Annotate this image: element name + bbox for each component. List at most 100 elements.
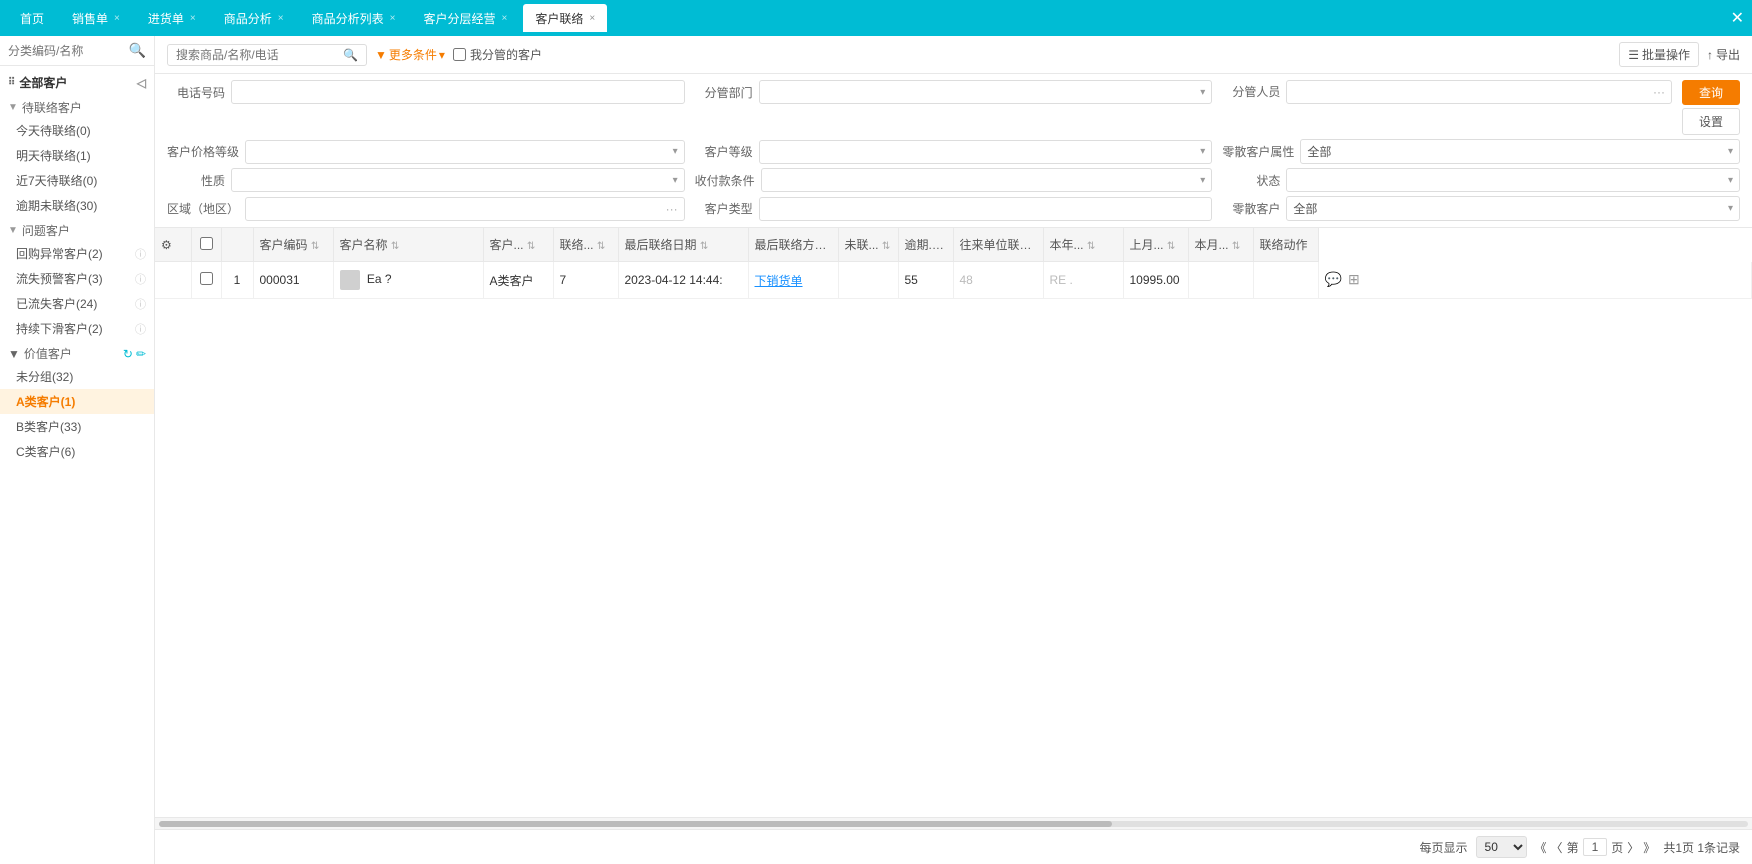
payment-dropdown[interactable]: ▾ bbox=[761, 168, 1213, 192]
search-button[interactable]: 查询 bbox=[1682, 80, 1740, 105]
retail-customer-dropdown[interactable]: 全部 ▾ bbox=[1286, 196, 1740, 221]
first-page-btn[interactable]: 《 bbox=[1535, 839, 1547, 856]
region-dots-icon[interactable]: ··· bbox=[666, 202, 678, 216]
my-customers-checkbox[interactable] bbox=[453, 48, 466, 61]
status-dropdown[interactable]: ▾ bbox=[1286, 168, 1740, 192]
sidebar-item-churned[interactable]: 已流失客户(24) ⓘ bbox=[0, 291, 154, 316]
person-input[interactable]: ··· bbox=[1286, 80, 1672, 104]
scrollbar-thumb[interactable] bbox=[159, 821, 1112, 827]
phone-input[interactable] bbox=[231, 80, 685, 104]
export-button[interactable]: ↑ 导出 bbox=[1707, 42, 1740, 67]
page-size-select[interactable]: 50 100 200 bbox=[1476, 836, 1527, 858]
th-this-month[interactable]: 本月... ⇅ bbox=[1188, 228, 1253, 262]
page-total: 共1页 1条记录 bbox=[1663, 839, 1740, 856]
sidebar-item-ungrouped[interactable]: 未分组(32) bbox=[0, 364, 154, 389]
th-name[interactable]: 客户名称 ⇅ bbox=[333, 228, 483, 262]
th-no-contact[interactable]: 未联... ⇅ bbox=[838, 228, 898, 262]
retail-attr-dropdown[interactable]: 全部 ▾ bbox=[1300, 139, 1740, 164]
price-level-arrow: ▾ bbox=[673, 146, 678, 157]
all-customers-header[interactable]: ⠿ 全部客户 ◁ bbox=[0, 66, 154, 95]
horizontal-scrollbar[interactable] bbox=[155, 817, 1752, 829]
phone-label: 电话号码 bbox=[167, 84, 225, 101]
th-unit-contact[interactable]: 往来单位联系人 ⇅ bbox=[953, 228, 1043, 262]
sidebar-search-icon[interactable]: 🔍 bbox=[129, 42, 146, 59]
more-conditions-btn[interactable]: ▼ 更多条件 ▾ bbox=[375, 46, 445, 63]
sidebar-item-c-class[interactable]: C类客户(6) bbox=[0, 439, 154, 464]
batch-op-button[interactable]: ☰ 批量操作 bbox=[1619, 42, 1699, 67]
th-contact[interactable]: 联络... ⇅ bbox=[553, 228, 618, 262]
grid-icon[interactable]: ⊞ bbox=[1348, 271, 1360, 288]
sidebar-collapse-btn[interactable]: ◁ bbox=[137, 76, 146, 90]
customer-type-field[interactable] bbox=[766, 202, 1206, 216]
customer-type-input[interactable] bbox=[759, 197, 1213, 221]
all-customers-label: 全部客户 bbox=[19, 74, 67, 91]
phone-field[interactable] bbox=[238, 85, 678, 99]
th-last-month[interactable]: 上月... ⇅ bbox=[1123, 228, 1188, 262]
th-code[interactable]: 客户编码 ⇅ bbox=[253, 228, 333, 262]
customer-level-dropdown[interactable]: ▾ bbox=[759, 140, 1213, 164]
dept-dropdown[interactable]: ▾ bbox=[759, 80, 1213, 104]
sidebar-item-b-class[interactable]: B类客户(33) bbox=[0, 414, 154, 439]
sidebar-item-declining[interactable]: 持续下滑客户(2) ⓘ bbox=[0, 316, 154, 341]
td-unit-contact: RE . bbox=[1043, 262, 1123, 299]
tab-customer-segment[interactable]: 客户分层经营 × bbox=[411, 4, 519, 32]
tab-product-analysis[interactable]: 商品分析 × bbox=[212, 4, 296, 32]
td-settings bbox=[155, 262, 191, 299]
sidebar-item-overdue[interactable]: 逾期未联络(30) bbox=[0, 193, 154, 218]
th-overdue[interactable]: 逾期... ⇅ bbox=[898, 228, 953, 262]
td-check bbox=[191, 262, 221, 299]
price-level-dropdown[interactable]: ▾ bbox=[245, 140, 685, 164]
customer-segment-tab-close[interactable]: × bbox=[501, 13, 507, 24]
person-dots-icon[interactable]: ··· bbox=[1653, 85, 1665, 99]
problem-group-header[interactable]: ▼ 问题客户 bbox=[0, 218, 154, 241]
customer-contact-tab-label: 客户联络 bbox=[535, 10, 583, 27]
th-last-date[interactable]: 最后联络日期 ⇅ bbox=[618, 228, 748, 262]
close-all-tabs[interactable]: ✕ bbox=[1731, 8, 1744, 28]
sidebar-item-7days[interactable]: 近7天待联络(0) bbox=[0, 168, 154, 193]
sales-tab-close[interactable]: × bbox=[114, 13, 120, 24]
tab-customer-contact[interactable]: 客户联络 × bbox=[523, 4, 607, 32]
value-group-refresh-icon[interactable]: ↻ bbox=[123, 347, 133, 361]
tab-purchase[interactable]: 进货单 × bbox=[136, 4, 208, 32]
product-list-tab-close[interactable]: × bbox=[390, 13, 396, 24]
today-label: 今天待联络(0) bbox=[16, 122, 146, 139]
th-this-year[interactable]: 本年... ⇅ bbox=[1043, 228, 1123, 262]
product-analysis-tab-close[interactable]: × bbox=[278, 13, 284, 24]
person-label: 分管人员 bbox=[1222, 80, 1280, 100]
region-input[interactable]: ··· bbox=[245, 197, 685, 221]
filter-customer-type: 客户类型 bbox=[695, 196, 1213, 221]
row-checkbox[interactable] bbox=[200, 272, 213, 285]
sidebar-search-input[interactable] bbox=[8, 44, 125, 58]
nature-dropdown[interactable]: ▾ bbox=[231, 168, 685, 192]
customer-contact-tab-close[interactable]: × bbox=[589, 13, 595, 24]
select-all-checkbox[interactable] bbox=[200, 237, 213, 250]
prev-page-btn[interactable]: 〈 bbox=[1551, 839, 1563, 856]
sidebar-item-a-class[interactable]: A类客户(1) bbox=[0, 389, 154, 414]
last-page-btn[interactable]: 》 bbox=[1643, 839, 1655, 856]
customer-table: ⚙ 客户编码 ⇅ 客户名称 ⇅ bbox=[155, 228, 1752, 299]
current-page-input[interactable]: 1 bbox=[1583, 838, 1608, 856]
filter-search-icon[interactable]: 🔍 bbox=[343, 48, 358, 62]
sidebar-item-churn-warning[interactable]: 流失预警客户(3) ⓘ bbox=[0, 266, 154, 291]
sidebar-item-today[interactable]: 今天待联络(0) bbox=[0, 118, 154, 143]
tab-sales[interactable]: 销售单 × bbox=[60, 4, 132, 32]
pending-group-header[interactable]: ▼ 待联络客户 bbox=[0, 95, 154, 118]
sidebar-item-repurchase[interactable]: 回购异常客户(2) ⓘ bbox=[0, 241, 154, 266]
chat-icon[interactable]: 💬 bbox=[1325, 271, 1342, 288]
next-page-btn[interactable]: 〉 bbox=[1627, 839, 1639, 856]
th-last-way[interactable]: 最后联络方式 ⇅ bbox=[748, 228, 838, 262]
page-end-label: 页 bbox=[1611, 839, 1623, 856]
tab-home[interactable]: 首页 bbox=[8, 4, 56, 32]
page-nav: 《 〈 第 1 页 〉 》 bbox=[1535, 838, 1656, 856]
tab-product-list[interactable]: 商品分析列表 × bbox=[300, 4, 408, 32]
value-group-edit-icon[interactable]: ✏ bbox=[136, 347, 146, 361]
th-type[interactable]: 客户... ⇅ bbox=[483, 228, 553, 262]
filter-search-input[interactable] bbox=[176, 48, 339, 62]
a-class-label: A类客户(1) bbox=[16, 393, 146, 410]
dept-arrow-icon: ▾ bbox=[1200, 87, 1205, 98]
sidebar-item-tomorrow[interactable]: 明天待联络(1) bbox=[0, 143, 154, 168]
th-settings[interactable]: ⚙ bbox=[155, 228, 191, 262]
settings-button[interactable]: 设置 bbox=[1682, 108, 1740, 135]
purchase-tab-close[interactable]: × bbox=[190, 13, 196, 24]
value-group-header[interactable]: ▼ 价值客户 ↻ ✏ bbox=[0, 341, 154, 364]
